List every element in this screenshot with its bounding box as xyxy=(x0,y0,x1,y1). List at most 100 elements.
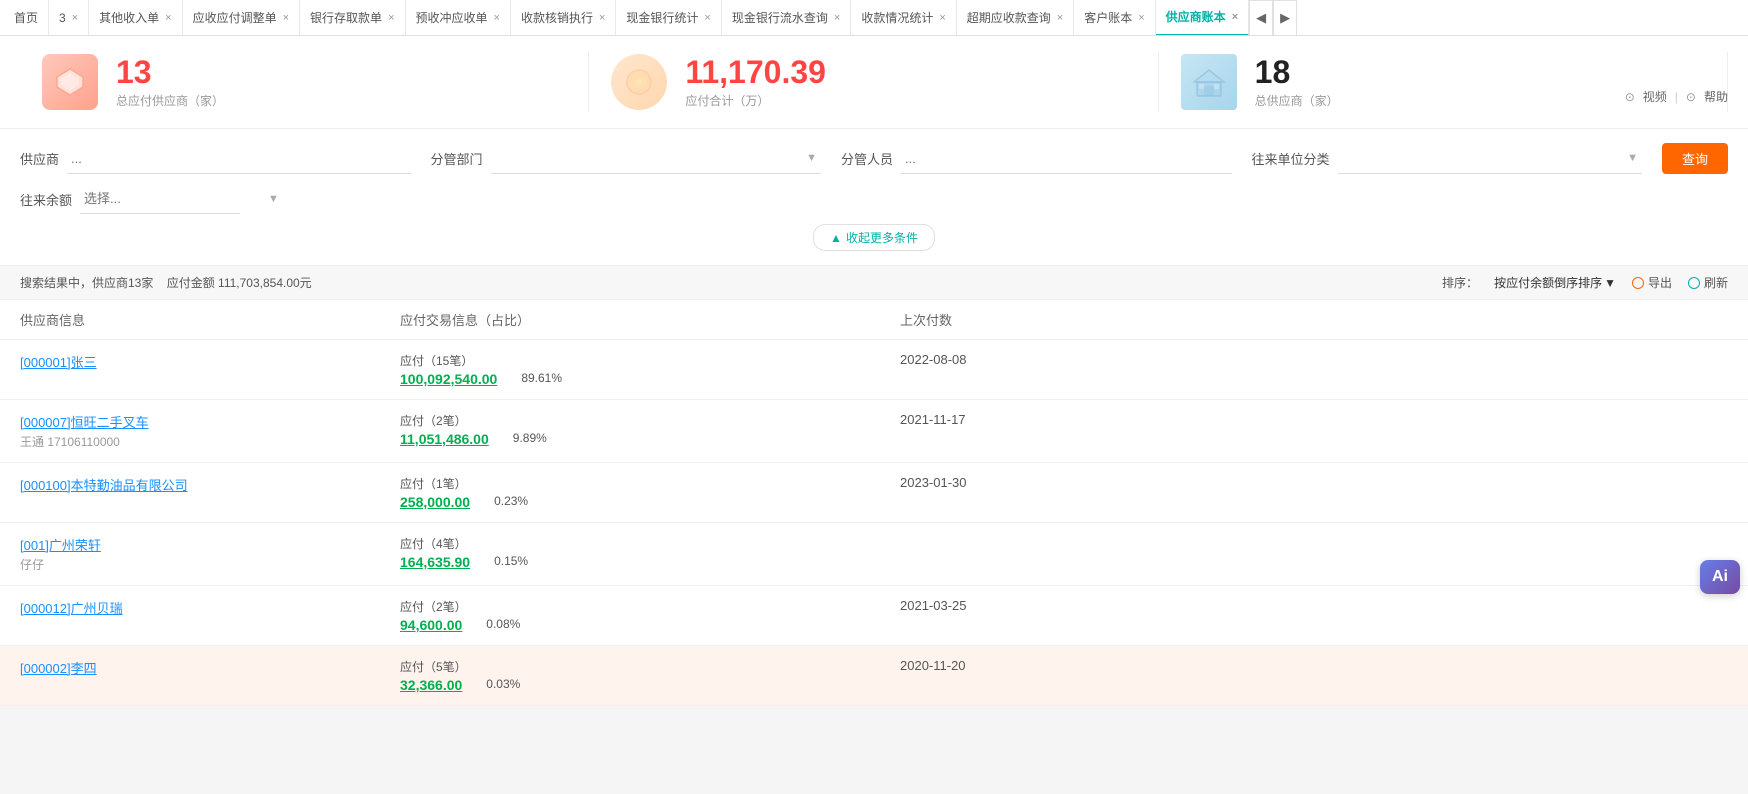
supplier-name-5[interactable]: [000002]李四 xyxy=(20,658,400,677)
table-row[interactable]: [000012]广州贝瑞 应付（2笔） 94,600.00 0.08% 2021… xyxy=(0,586,1748,646)
table-header: 供应商信息 应付交易信息（占比） 上次付数 xyxy=(0,300,1748,340)
filter-row-1: 供应商 分管部门 ▼ 分管人员 往来单位分类 ▼ 查询 xyxy=(20,143,1728,174)
supplier-name-4[interactable]: [000012]广州贝瑞 xyxy=(20,598,400,617)
nav-tab-3-close[interactable]: × xyxy=(72,12,78,24)
supplier-info-1: [000007]恒旺二手叉车 王通 17106110000 xyxy=(20,412,400,450)
supplier-name-2[interactable]: [000100]本特勤油品有限公司 xyxy=(20,475,400,494)
nav-tab-3[interactable]: 3 × xyxy=(49,0,89,36)
supplier-name-1[interactable]: [000007]恒旺二手叉车 xyxy=(20,412,400,431)
filter-item-balance: 往来余额 ▼ xyxy=(20,184,1728,214)
supplier-name-0[interactable]: [000001]张三 xyxy=(20,352,400,371)
nav-tab-other-income-close[interactable]: × xyxy=(165,12,171,24)
nav-tab-advance-recv-close[interactable]: × xyxy=(494,12,500,24)
nav-tab-supplier-book-label: 供应商账本 xyxy=(1166,8,1226,25)
nav-tab-cash-bank-stat-close[interactable]: × xyxy=(704,12,710,24)
nav-tab-ar-adjust-label: 应收应付调整单 xyxy=(193,9,277,26)
balance-filter-input[interactable] xyxy=(80,191,264,206)
nav-tab-recv-stat-close[interactable]: × xyxy=(939,12,945,24)
nav-tab-recv-stat[interactable]: 收款情况统计 × xyxy=(851,0,956,36)
sort-select[interactable]: 按应付余额倒序排序 ▼ xyxy=(1494,274,1616,291)
last-pay-date-1: 2021-11-17 xyxy=(900,412,966,427)
category-filter-input[interactable] xyxy=(1338,151,1624,166)
nav-tab-ar-adjust-close[interactable]: × xyxy=(283,12,289,24)
video-link[interactable]: 视频 xyxy=(1643,88,1667,105)
nav-tab-supplier-book-close[interactable]: × xyxy=(1232,11,1238,23)
nav-tab-bank-deposit-close[interactable]: × xyxy=(388,12,394,24)
stat-block-payable-total: 11,170.39 应付合计（万） xyxy=(589,52,1158,112)
export-button[interactable]: 导出 xyxy=(1632,274,1672,291)
tx-amount-2[interactable]: 258,000.00 xyxy=(400,494,470,510)
supplier-name-3[interactable]: [001]广州荣轩 xyxy=(20,535,400,554)
nav-prev-arrow[interactable]: ◀ xyxy=(1249,0,1273,36)
category-filter-select[interactable]: ▼ xyxy=(1338,144,1642,174)
result-summary: 搜索结果中，供应商13家 应付金额 111,703,854.00元 xyxy=(20,274,312,291)
supplier-filter-input[interactable] xyxy=(67,144,410,174)
table-row[interactable]: [000002]李四 应付（5笔） 32,366.00 0.03% 2020-1… xyxy=(0,646,1748,706)
supplier-sub-3: 仔仔 xyxy=(20,556,400,573)
lastpay-0: 2022-08-08 xyxy=(900,352,1728,367)
nav-tab-overdue-query-close[interactable]: × xyxy=(1057,12,1063,24)
lastpay-1: 2021-11-17 xyxy=(900,412,1728,427)
transaction-info-5: 应付（5笔） 32,366.00 0.03% xyxy=(400,658,900,693)
tx-amount-0[interactable]: 100,092,540.00 xyxy=(400,371,497,387)
nav-tab-bank-deposit[interactable]: 银行存取款单 × xyxy=(300,0,405,36)
supplier-info-0: [000001]张三 xyxy=(20,352,400,371)
filter-row-2: 往来余额 ▼ xyxy=(20,184,1728,214)
person-filter-input[interactable] xyxy=(901,144,1231,174)
lastpay-4: 2021-03-25 xyxy=(900,598,1728,613)
table-row[interactable]: [000007]恒旺二手叉车 王通 17106110000 应付（2笔） 11,… xyxy=(0,400,1748,463)
nav-tab-cash-bank-stat[interactable]: 现金银行统计 × xyxy=(616,0,721,36)
table-row[interactable]: [000100]本特勤油品有限公司 应付（1笔） 258,000.00 0.23… xyxy=(0,463,1748,523)
nav-tab-recv-exec[interactable]: 收款核销执行 × xyxy=(511,0,616,36)
collapse-more-button[interactable]: ▲ 收起更多条件 xyxy=(813,224,935,251)
ai-badge[interactable]: Ai xyxy=(1700,560,1740,594)
nav-tab-overdue-query[interactable]: 超期应收款查询 × xyxy=(957,0,1074,36)
tx-pct-3: 0.15% xyxy=(494,554,528,568)
nav-tab-recv-exec-label: 收款核销执行 xyxy=(521,9,593,26)
balance-filter-select[interactable]: ▼ xyxy=(80,184,240,214)
nav-tab-other-income[interactable]: 其他收入单 × xyxy=(89,0,182,36)
last-pay-date-4: 2021-03-25 xyxy=(900,598,967,613)
nav-tab-customer-book[interactable]: 客户账本 × xyxy=(1074,0,1155,36)
export-label: 导出 xyxy=(1648,274,1672,291)
nav-tab-advance-recv[interactable]: 预收冲应收单 × xyxy=(406,0,511,36)
lastpay-2: 2023-01-30 xyxy=(900,475,1728,490)
help-link[interactable]: 帮助 xyxy=(1704,88,1728,105)
supplier-info-2: [000100]本特勤油品有限公司 xyxy=(20,475,400,494)
nav-next-arrow[interactable]: ▶ xyxy=(1273,0,1297,36)
nav-tab-cash-bank-flow-close[interactable]: × xyxy=(834,12,840,24)
tx-amount-4[interactable]: 94,600.00 xyxy=(400,617,462,633)
tx-amount-1[interactable]: 11,051,486.00 xyxy=(400,431,489,447)
nav-tab-ar-adjust[interactable]: 应收应付调整单 × xyxy=(183,0,300,36)
table-row[interactable]: [001]广州荣轩 仔仔 应付（4笔） 164,635.90 0.15% xyxy=(0,523,1748,586)
nav-tab-cash-bank-flow[interactable]: 现金银行流水查询 × xyxy=(722,0,851,36)
tx-pct-4: 0.08% xyxy=(486,617,520,631)
nav-tab-advance-recv-label: 预收冲应收单 xyxy=(416,9,488,26)
filter-area: 供应商 分管部门 ▼ 分管人员 往来单位分类 ▼ 查询 往来余额 xyxy=(0,129,1748,266)
nav-tab-supplier-book[interactable]: 供应商账本 × xyxy=(1156,0,1249,36)
nav-tab-home[interactable]: 首页 xyxy=(4,0,49,36)
tx-amount-5[interactable]: 32,366.00 xyxy=(400,677,462,693)
sort-icon: ▼ xyxy=(1604,276,1616,290)
header-supplier: 供应商信息 xyxy=(20,310,400,329)
tx-row-3: 164,635.90 0.15% xyxy=(400,552,900,570)
sort-value: 按应付余额倒序排序 xyxy=(1494,274,1602,291)
supplier-info-4: [000012]广州贝瑞 xyxy=(20,598,400,617)
supplier-info-5: [000002]李四 xyxy=(20,658,400,677)
refresh-button[interactable]: 刷新 xyxy=(1688,274,1728,291)
tx-row-2: 258,000.00 0.23% xyxy=(400,492,900,510)
nav-tab-customer-book-close[interactable]: × xyxy=(1138,12,1144,24)
nav-tab-recv-exec-close[interactable]: × xyxy=(599,12,605,24)
data-table: 供应商信息 应付交易信息（占比） 上次付数 [000001]张三 应付（15笔）… xyxy=(0,300,1748,706)
tx-label-1: 应付（2笔） xyxy=(400,412,900,429)
person-filter-label: 分管人员 xyxy=(841,149,893,168)
tx-amount-3[interactable]: 164,635.90 xyxy=(400,554,470,570)
header-lastpay: 上次付数 xyxy=(900,310,1728,329)
dept-filter-input[interactable] xyxy=(491,151,803,166)
table-row[interactable]: [000001]张三 应付（15笔） 100,092,540.00 89.61%… xyxy=(0,340,1748,400)
last-pay-date-5: 2020-11-20 xyxy=(900,658,966,673)
dept-filter-select[interactable]: ▼ xyxy=(491,144,821,174)
tx-pct-5: 0.03% xyxy=(486,677,520,691)
query-button[interactable]: 查询 xyxy=(1662,143,1728,174)
nav-tab-recv-stat-label: 收款情况统计 xyxy=(861,9,933,26)
